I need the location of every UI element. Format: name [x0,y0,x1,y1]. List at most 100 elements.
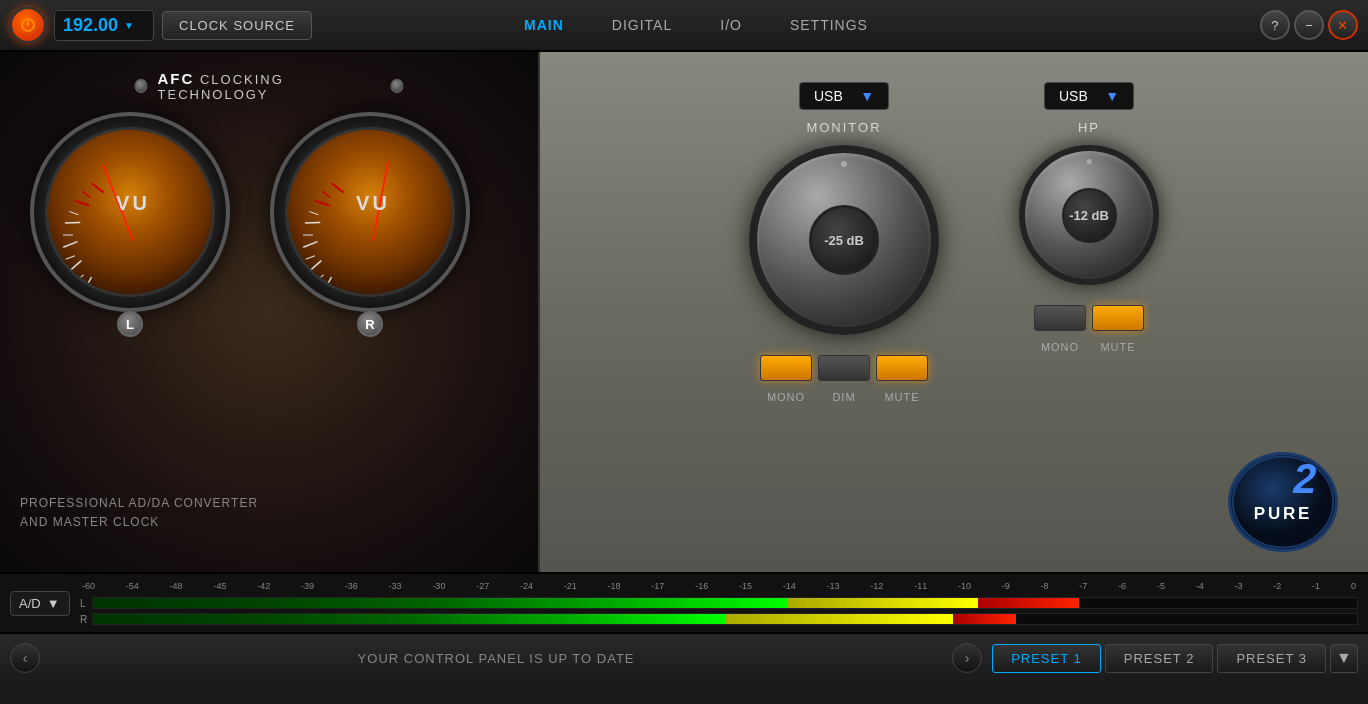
top-bar: 192.00 ▼ CLOCK SOURCE MAIN DIGITAL I/O S… [0,0,1368,52]
hp-btn-labels: MONO MUTE [1034,341,1144,353]
monitor-buttons [760,355,928,381]
hp-label: HP [1078,120,1100,135]
tab-digital[interactable]: DIGITAL [588,9,696,41]
meter-fill-yellow-R [725,614,953,624]
controls-row: USB ▼ MONITOR -25 dB MO [570,82,1338,403]
monitor-mono-button[interactable] [760,355,812,381]
vu-meters: VU L [30,112,470,312]
level-meter-bars: -60-54-48-45-42-39 -36-33-30-27-24-21 -1… [80,581,1358,625]
svg-line-15 [322,277,334,290]
minimize-button[interactable]: − [1294,10,1324,40]
meter-fill-yellow-L [788,598,978,608]
monitor-knob[interactable]: -25 dB [749,145,939,335]
hp-knob[interactable]: -12 dB [1019,145,1159,285]
help-button[interactable]: ? [1260,10,1290,40]
tab-main[interactable]: MAIN [500,9,588,41]
svg-text:VU: VU [116,192,150,214]
hp-knob-container: -12 dB [1019,145,1159,285]
close-button[interactable]: ✕ [1328,10,1358,40]
monitor-knob-container: -25 dB [749,145,939,335]
freq-dropdown-arrow: ▼ [124,20,134,31]
clock-source-button[interactable]: CLOCK SOURCE [162,11,312,40]
hp-mute-button[interactable] [1092,305,1144,331]
freq-selector[interactable]: 192.00 ▼ [54,10,154,41]
meter-fill-red-L [978,598,1079,608]
next-arrow-button[interactable]: › [952,643,982,673]
hp-mono-label: MONO [1034,341,1086,353]
svg-line-11 [83,191,91,197]
svg-line-25 [332,181,344,194]
monitor-value: -25 dB [824,233,864,248]
hp-value: -12 dB [1069,208,1109,223]
preset-3-button[interactable]: PRESET 3 [1217,644,1326,673]
meter-row-L: L [80,597,1358,609]
svg-point-28 [1233,457,1333,548]
svg-line-8 [65,220,80,226]
level-meter-section: A/D ▼ -60-54-48-45-42-39 -36-33-30-27-24… [0,572,1368,632]
meter-fill-green-R [93,614,725,624]
tab-io[interactable]: I/O [696,9,766,41]
svg-line-21 [305,220,320,226]
meter-L-label: L [80,598,90,609]
freq-value: 192.00 [63,15,118,36]
monitor-btn-labels: MONO DIM MUTE [760,391,928,403]
hp-mono-button[interactable] [1034,305,1086,331]
afc-dot-left [135,79,148,93]
meter-fill-green-L [93,598,788,608]
meter-row-R: R [80,613,1358,625]
tab-settings[interactable]: SETTINGS [766,9,892,41]
svg-line-9 [69,211,78,214]
prev-arrow-button[interactable]: ‹ [10,643,40,673]
svg-line-17 [308,261,322,271]
svg-line-12 [92,181,104,194]
vu-left-label: L [117,311,143,337]
monitor-mute-button[interactable] [876,355,928,381]
svg-line-3 [76,275,84,281]
monitor-source-dropdown[interactable]: USB ▼ [799,82,889,110]
status-text: YOUR CONTROL PANEL IS UP TO DATE [50,651,942,666]
meter-scale-L [92,597,1358,609]
vu-meter-right: VU R [270,112,470,312]
svg-text:VU: VU [356,192,390,214]
afc-label: AFC CLOCKING TECHNOLOGY [135,70,404,102]
meter-scale-R [92,613,1358,625]
vu-right-label: R [357,311,383,337]
svg-line-2 [82,277,94,290]
svg-line-24 [323,191,331,197]
monitor-dim-button[interactable] [818,355,870,381]
hp-knob-center: -12 dB [1062,188,1117,243]
bottom-line2: AND MASTER CLOCK [20,513,258,532]
svg-line-4 [68,261,82,271]
hp-source-dropdown[interactable]: USB ▼ [1044,82,1134,110]
monitor-dim-label: DIM [818,391,870,403]
preset-2-button[interactable]: PRESET 2 [1105,644,1214,673]
svg-line-22 [309,211,318,214]
svg-line-19 [303,242,318,248]
main-content: AFC CLOCKING TECHNOLOGY [0,52,1368,572]
ad-mode-selector[interactable]: A/D ▼ [10,591,70,616]
preset-1-button[interactable]: PRESET 1 [992,644,1101,673]
pure2-circle: PURE 2 [1228,452,1338,552]
monitor-mono-label: MONO [760,391,812,403]
svg-line-23 [315,198,329,208]
ad-mode-value: A/D [19,596,41,611]
ad-dropdown-arrow: ▼ [47,596,60,611]
power-button[interactable] [10,7,46,43]
bottom-line1: PROFESSIONAL AD/DA CONVERTER [20,494,258,513]
svg-text:PURE: PURE [1254,504,1313,523]
window-controls: ? − ✕ [1260,10,1358,40]
svg-line-5 [66,256,75,259]
monitor-knob-center: -25 dB [809,205,879,275]
right-panel: USB ▼ MONITOR -25 dB MO [540,52,1368,572]
vu-meter-left: VU L [30,112,230,312]
svg-line-18 [306,256,315,259]
bottom-text: PROFESSIONAL AD/DA CONVERTER AND MASTER … [20,494,258,532]
hp-buttons [1034,305,1144,331]
svg-line-10 [75,198,89,208]
hp-dropdown-arrow: ▼ [1105,88,1119,104]
preset-buttons: PRESET 1 PRESET 2 PRESET 3 ▼ [992,644,1358,673]
bottom-bar: ‹ YOUR CONTROL PANEL IS UP TO DATE › PRE… [0,632,1368,682]
monitor-group: USB ▼ MONITOR -25 dB MO [749,82,939,403]
preset-dropdown-button[interactable]: ▼ [1330,644,1358,673]
hp-group: USB ▼ HP -12 dB MONO MUT [1019,82,1159,403]
